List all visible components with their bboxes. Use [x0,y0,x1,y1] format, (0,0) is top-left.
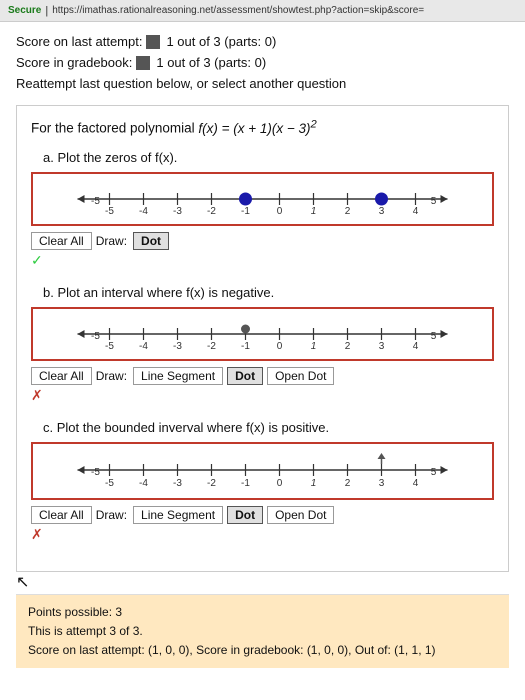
points-possible: Points possible: 3 [28,603,497,622]
svg-text:2: 2 [345,206,351,217]
line-segment-button-c[interactable]: Line Segment [133,506,223,524]
svg-text:-5: -5 [105,478,114,489]
sub-question-c: c. Plot the bounded inverval where f(x) … [31,420,494,543]
score-last-attempt: Score on last attempt: 1 out of 3 (parts… [16,34,509,49]
svg-text:-4: -4 [139,206,148,217]
url-text: https://imathas.rationalreasoning.net/as… [52,5,424,16]
svg-text:-1: -1 [241,341,250,352]
clear-all-button-a[interactable]: Clear All [31,232,92,250]
clear-all-button-b[interactable]: Clear All [31,367,92,385]
svg-text:-3: -3 [173,478,182,489]
draw-label-c: Draw: [96,508,127,522]
svg-text:0: 0 [277,206,283,217]
line-segment-button-b[interactable]: Line Segment [133,367,223,385]
attempt-info: This is attempt 3 of 3. [28,622,497,641]
reattempt-text: Reattempt last question below, or select… [16,76,509,91]
controls-c: Clear All Draw: Line Segment Dot Open Do… [31,506,494,524]
svg-text:-5: -5 [91,196,100,207]
svg-text:-2: -2 [207,478,216,489]
number-line-svg-b[interactable]: -5 -4 -3 -2 -1 0 1 2 3 [41,315,484,353]
score-label-2: Score in gradebook: [16,55,132,70]
svg-text:4: 4 [413,478,419,489]
address-bar: Secure | https://imathas.rationalreasoni… [0,0,525,22]
svg-text:-2: -2 [207,341,216,352]
checkmark-a: ✓ [31,252,494,269]
svg-text:3: 3 [379,206,385,217]
svg-text:-1: -1 [241,206,250,217]
draw-label-a: Draw: [96,234,127,248]
number-line-c[interactable]: -5 -4 -3 -2 -1 0 1 2 3 [31,442,494,500]
open-dot-button-b[interactable]: Open Dot [267,367,334,385]
svg-text:-1: -1 [241,478,250,489]
secure-indicator: Secure [8,5,41,16]
svg-text:3: 3 [379,341,385,352]
sub-question-a: a. Plot the zeros of f(x). -5 -4 [31,150,494,269]
svg-text:5: 5 [431,331,437,342]
sub-a-label: a. Plot the zeros of f(x). [31,150,494,165]
xmark-b: ✗ [31,387,494,404]
dot-button-b[interactable]: Dot [227,367,263,385]
points-section: Points possible: 3 This is attempt 3 of … [16,594,509,669]
question-title: For the factored polynomial f(x) = (x + … [31,118,494,136]
address-separator: | [45,5,48,17]
score-box-1 [146,35,160,49]
xmark-c: ✗ [31,526,494,543]
last-score-info: Score on last attempt: (1, 0, 0), Score … [28,641,497,660]
svg-text:1: 1 [311,206,317,217]
svg-text:-5: -5 [105,341,114,352]
score-gradebook: Score in gradebook: 1 out of 3 (parts: 0… [16,55,509,70]
svg-text:2: 2 [345,341,351,352]
svg-text:0: 0 [277,341,283,352]
svg-text:4: 4 [413,341,419,352]
page-content: Score on last attempt: 1 out of 3 (parts… [0,22,525,700]
svg-text:-3: -3 [173,206,182,217]
controls-b: Clear All Draw: Line Segment Dot Open Do… [31,367,494,385]
number-line-b[interactable]: -5 -4 -3 -2 -1 0 1 2 3 [31,307,494,361]
open-dot-button-c[interactable]: Open Dot [267,506,334,524]
dot-button-c[interactable]: Dot [227,506,263,524]
svg-text:2: 2 [345,478,351,489]
svg-text:5: 5 [431,196,437,207]
controls-a: Clear All Draw: Dot [31,232,494,250]
clear-all-button-c[interactable]: Clear All [31,506,92,524]
number-line-svg-a[interactable]: -5 -4 -3 -2 -1 0 [41,180,484,218]
svg-text:1: 1 [311,478,317,489]
svg-text:1: 1 [311,341,317,352]
dot-button-a[interactable]: Dot [133,232,169,250]
score-value-1: 1 out of 3 (parts: 0) [166,34,276,49]
svg-text:-5: -5 [91,467,100,478]
svg-text:-4: -4 [139,341,148,352]
svg-text:-3: -3 [173,341,182,352]
number-line-a[interactable]: -5 -4 -3 -2 -1 0 [31,172,494,226]
draw-label-b: Draw: [96,369,127,383]
svg-text:-2: -2 [207,206,216,217]
question-func: f(x) = (x + 1)(x − 3)2 [198,121,316,136]
cursor-indicator: ↖ [16,572,509,592]
sub-c-label: c. Plot the bounded inverval where f(x) … [31,420,494,435]
score-value-2: 1 out of 3 (parts: 0) [156,55,266,70]
sub-question-b: b. Plot an interval where f(x) is negati… [31,285,494,404]
svg-text:-4: -4 [139,478,148,489]
sub-b-label: b. Plot an interval where f(x) is negati… [31,285,494,300]
svg-text:-5: -5 [105,206,114,217]
score-box-2 [136,56,150,70]
question-box: For the factored polynomial f(x) = (x + … [16,105,509,572]
question-prefix: For the factored polynomial [31,121,198,136]
number-line-svg-c[interactable]: -5 -4 -3 -2 -1 0 1 2 3 [41,450,484,492]
svg-text:4: 4 [413,206,419,217]
svg-text:-5: -5 [91,331,100,342]
svg-text:3: 3 [379,478,385,489]
score-label-1: Score on last attempt: [16,34,142,49]
svg-text:5: 5 [431,467,437,478]
svg-text:0: 0 [277,478,283,489]
